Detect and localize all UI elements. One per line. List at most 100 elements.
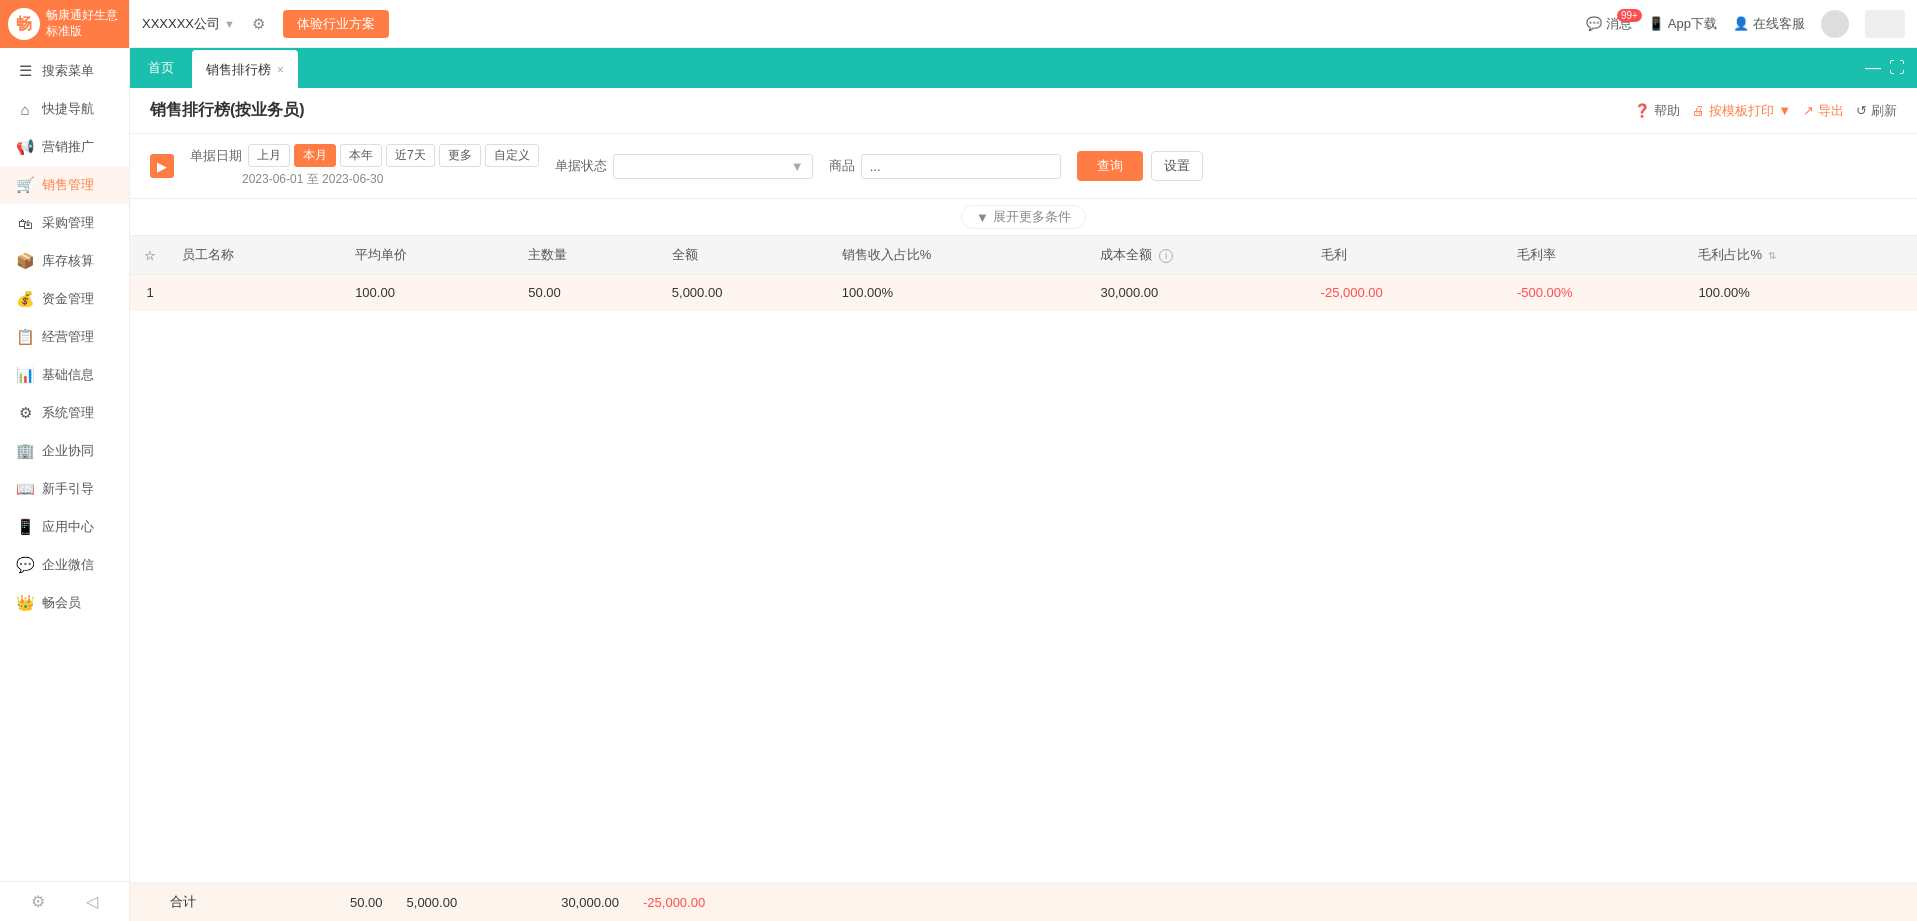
app-download-btn[interactable]: 📱 App下载 <box>1648 15 1717 33</box>
goods-label: 商品 <box>829 157 855 175</box>
operations-icon: 📋 <box>16 328 34 346</box>
cell-avg-price: 100.00 <box>343 275 516 311</box>
th-sales-pct[interactable]: 销售收入占比% <box>830 236 1089 275</box>
page-header: 销售排行榜(按业务员) ❓ 帮助 🖨 按模板打印 ▼ ↗ 导出 ↺ 刷新 <box>130 88 1917 134</box>
cost-info-icon[interactable]: i <box>1159 249 1173 263</box>
funds-icon: 💰 <box>16 290 34 308</box>
sidebar-item-purchase[interactable]: 🛍 采购管理 <box>0 204 129 242</box>
tab-maximize-icon[interactable]: ⛶ <box>1889 59 1905 77</box>
online-service-btn[interactable]: 👤 在线客服 <box>1733 15 1805 33</box>
status-filter-group: 单据状态 ▼ <box>555 154 813 179</box>
filter-toggle-btn[interactable]: ▶ <box>150 154 174 178</box>
th-gross-pct[interactable]: 毛利占比% ⇅ <box>1686 236 1917 275</box>
topbar-gear-btn[interactable]: ⚙ <box>245 10 273 38</box>
purchase-icon: 🛍 <box>16 215 34 232</box>
date-btn-this-month[interactable]: 本月 <box>294 144 336 167</box>
sidebar-item-app-center[interactable]: 📱 应用中心 <box>0 508 129 546</box>
page-actions: ❓ 帮助 🖨 按模板打印 ▼ ↗ 导出 ↺ 刷新 <box>1634 102 1897 132</box>
cell-sales-pct: 100.00% <box>830 275 1089 311</box>
date-btn-this-year[interactable]: 本年 <box>340 144 382 167</box>
settings-btn[interactable]: 设置 <box>1151 151 1203 181</box>
status-label: 单据状态 <box>555 157 607 175</box>
goods-dots: ... <box>870 159 881 174</box>
tab-sales-ranking[interactable]: 销售排行榜 × <box>192 50 298 90</box>
sidebar-item-basics[interactable]: 📊 基础信息 <box>0 356 129 394</box>
topbar-right: 💬 消息 99+ 📱 App下载 👤 在线客服 <box>1586 10 1905 38</box>
date-btn-more[interactable]: 更多 <box>439 144 481 167</box>
beginner-icon: 📖 <box>16 480 34 498</box>
footer-qty: 50.00 <box>338 895 395 910</box>
sidebar-item-operations[interactable]: 📋 经营管理 <box>0 318 129 356</box>
inventory-icon: 📦 <box>16 252 34 270</box>
avatar[interactable] <box>1821 10 1849 38</box>
star-icon: ☆ <box>144 248 156 263</box>
table-wrapper: ☆ 员工名称 平均单价 主数量 全额 <box>130 236 1917 882</box>
sidebar-item-funds[interactable]: 💰 资金管理 <box>0 280 129 318</box>
export-btn[interactable]: ↗ 导出 <box>1803 102 1844 120</box>
th-amount[interactable]: 全额 <box>660 236 830 275</box>
sidebar-item-system[interactable]: ⚙ 系统管理 <box>0 394 129 432</box>
sidebar-bottom: ⚙ ◁ <box>0 881 129 921</box>
expand-btn[interactable]: ▼ 展开更多条件 <box>961 205 1086 229</box>
tabbar-actions: — ⛶ <box>1865 59 1917 77</box>
sidebar-item-enterprise-wechat[interactable]: 💬 企业微信 <box>0 546 129 584</box>
th-avg-price[interactable]: 平均单价 <box>343 236 516 275</box>
th-rank: ☆ <box>130 236 170 275</box>
main-area: XXXXXX公司 ▼ ⚙ 体验行业方案 💬 消息 99+ 📱 App下载 👤 在… <box>130 0 1917 921</box>
data-table: ☆ 员工名称 平均单价 主数量 全额 <box>130 236 1917 311</box>
tab-minimize-icon[interactable]: — <box>1865 59 1881 77</box>
th-gross-rate[interactable]: 毛利率 <box>1505 236 1686 275</box>
sidebar-item-member[interactable]: 👑 畅会员 <box>0 584 129 622</box>
trial-btn[interactable]: 体验行业方案 <box>283 10 389 38</box>
sidebar-item-quick-nav[interactable]: ⌂ 快捷导航 <box>0 90 129 128</box>
status-select[interactable]: ▼ <box>613 154 813 179</box>
topbar: XXXXXX公司 ▼ ⚙ 体验行业方案 💬 消息 99+ 📱 App下载 👤 在… <box>130 0 1917 48</box>
sort-icon: ⇅ <box>1768 250 1776 261</box>
help-btn[interactable]: ❓ 帮助 <box>1634 102 1680 120</box>
print-btn[interactable]: 🖨 按模板打印 ▼ <box>1692 102 1791 120</box>
sidebar-item-inventory[interactable]: 📦 库存核算 <box>0 242 129 280</box>
th-qty[interactable]: 主数量 <box>516 236 660 275</box>
gear-icon: ⚙ <box>252 15 265 33</box>
date-btn-custom[interactable]: 自定义 <box>485 144 539 167</box>
table-header-row: ☆ 员工名称 平均单价 主数量 全额 <box>130 236 1917 275</box>
sidebar-nav: ☰ 搜索菜单 ⌂ 快捷导航 📢 营销推广 🛒 销售管理 🛍 采购管理 📦 库存核… <box>0 48 129 881</box>
wechat-icon: 💬 <box>16 556 34 574</box>
logo-icon: 畅 <box>8 8 40 40</box>
cell-amount: 5,000.00 <box>660 275 830 311</box>
app-download-label: App下载 <box>1668 15 1717 33</box>
system-icon: ⚙ <box>16 404 34 422</box>
logo-text: 畅康通好生意 标准版 <box>46 8 118 39</box>
sidebar-item-marketing[interactable]: 📢 营销推广 <box>0 128 129 166</box>
tab-close-icon[interactable]: × <box>277 63 284 77</box>
tab-label: 销售排行榜 <box>206 61 271 79</box>
date-btn-last-7days[interactable]: 近7天 <box>386 144 435 167</box>
sidebar-item-collab[interactable]: 🏢 企业协同 <box>0 432 129 470</box>
query-btn[interactable]: 查询 <box>1077 151 1143 181</box>
expand-arrow-icon: ▼ <box>976 210 989 225</box>
refresh-btn[interactable]: ↺ 刷新 <box>1856 102 1897 120</box>
th-name[interactable]: 员工名称 <box>170 236 343 275</box>
sidebar-item-sales[interactable]: 🛒 销售管理 <box>0 166 129 204</box>
goods-filter-group: 商品 ... <box>829 154 1061 179</box>
sidebar-item-search[interactable]: ☰ 搜索菜单 <box>0 52 129 90</box>
th-cost[interactable]: 成本全额 i <box>1088 236 1308 275</box>
sales-icon: 🛒 <box>16 176 34 194</box>
th-gross[interactable]: 毛利 <box>1309 236 1505 275</box>
sidebar-settings-btn[interactable]: ⚙ <box>31 892 45 911</box>
message-btn[interactable]: 💬 消息 99+ <box>1586 15 1632 33</box>
date-range-text: 2023-06-01 至 2023-06-30 <box>242 171 539 188</box>
sidebar-item-beginner[interactable]: 📖 新手引导 <box>0 470 129 508</box>
tabbar: 首页 销售排行榜 × — ⛶ <box>130 48 1917 88</box>
print-icon: 🖨 <box>1692 103 1705 118</box>
basics-icon: 📊 <box>16 366 34 384</box>
export-icon: ↗ <box>1803 103 1814 118</box>
refresh-icon: ↺ <box>1856 103 1867 118</box>
date-btn-last-month[interactable]: 上月 <box>248 144 290 167</box>
company-selector[interactable]: XXXXXX公司 ▼ <box>142 15 235 33</box>
goods-input[interactable]: ... <box>861 154 1061 179</box>
sidebar-collapse-btn[interactable]: ◁ <box>86 892 98 911</box>
cell-rank: 1 <box>130 275 170 311</box>
tab-home[interactable]: 首页 <box>130 48 192 88</box>
home-icon: ⌂ <box>16 101 34 118</box>
